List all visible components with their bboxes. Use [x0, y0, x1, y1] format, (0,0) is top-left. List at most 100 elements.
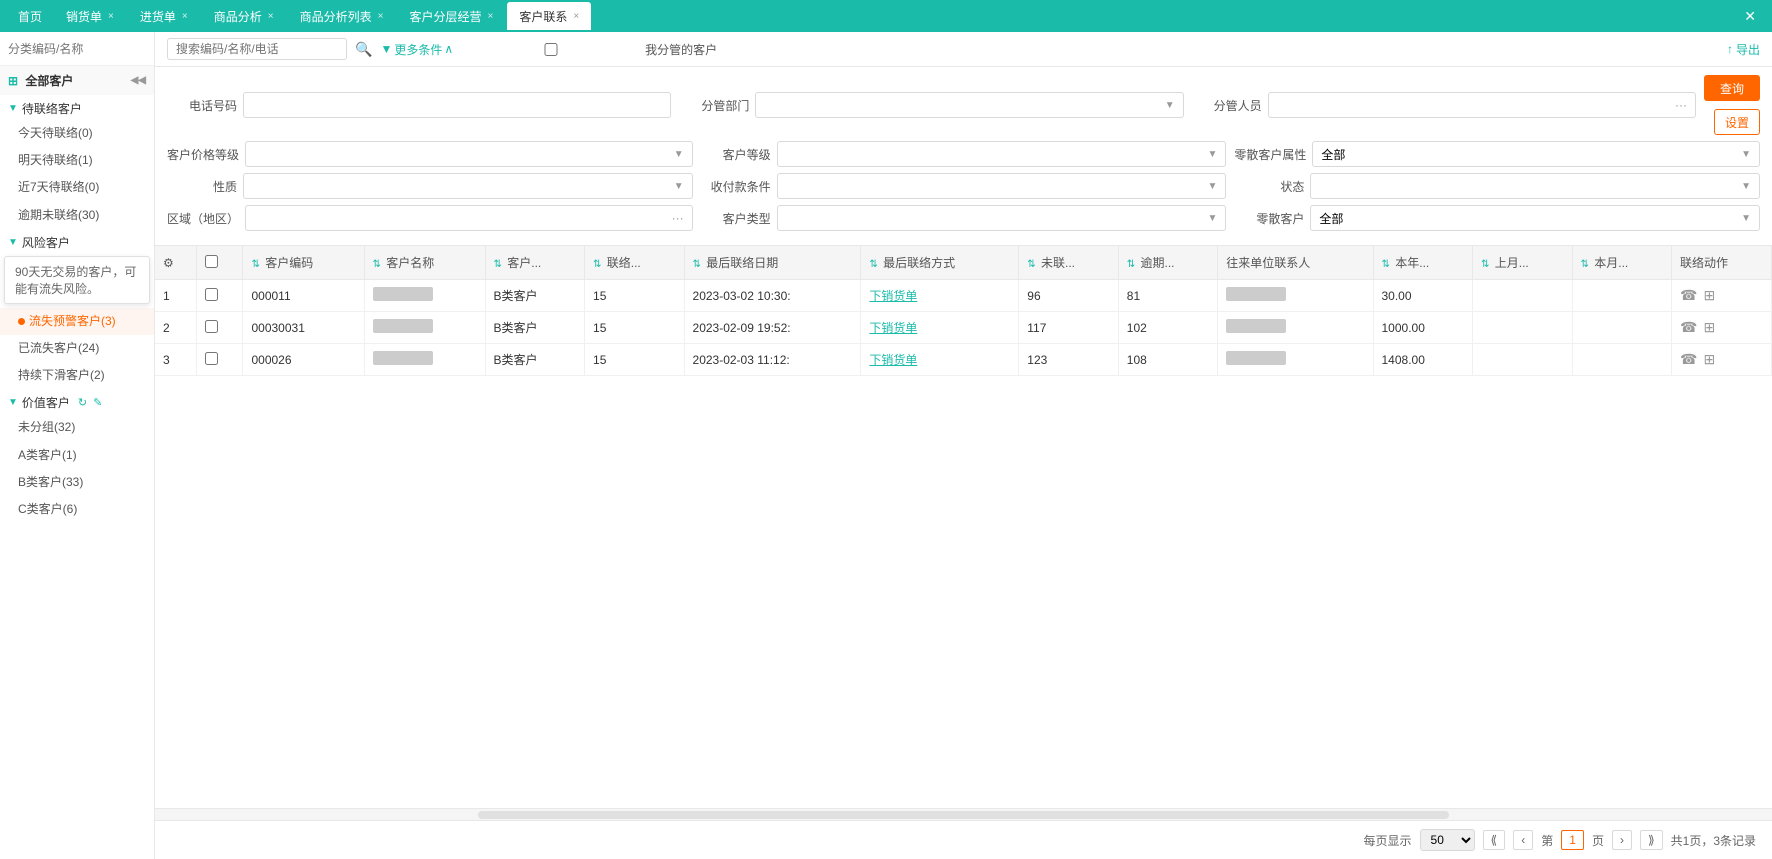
th-name[interactable]: ⇅ 客户名称: [364, 246, 485, 280]
payment-arrow-icon: ▼: [1207, 181, 1217, 192]
last-page-button[interactable]: ⟫: [1640, 830, 1663, 850]
first-page-button[interactable]: ⟪: [1483, 830, 1506, 850]
all-customers-label: ⊞ 全部客户: [8, 72, 73, 89]
more-action-icon[interactable]: ⊞: [1703, 287, 1715, 304]
cell-checkbox[interactable]: [197, 280, 243, 312]
contact-icon[interactable]: ☎: [1680, 319, 1697, 336]
edit-icon[interactable]: ✎: [93, 396, 102, 409]
division-person-dots[interactable]: ···: [1675, 98, 1687, 112]
sidebar-item-today-contact[interactable]: 今天待联络(0): [0, 120, 154, 147]
next-page-button[interactable]: ›: [1612, 830, 1632, 850]
my-customers-checkbox-label[interactable]: 我分管的客户: [461, 41, 717, 58]
tab-sales-order[interactable]: 销货单 ×: [54, 2, 126, 30]
cell-checkbox[interactable]: [197, 344, 243, 376]
close-customer-layer-icon[interactable]: ×: [487, 11, 493, 22]
customer-level-select[interactable]: ▼: [777, 141, 1227, 167]
home-tab[interactable]: 首页: [8, 8, 52, 25]
tab-purchase-order[interactable]: 进货单 ×: [128, 2, 200, 30]
all-customers-header[interactable]: ⊞ 全部客户 ◀◀: [0, 66, 154, 95]
region-label: 区域（地区）: [167, 210, 239, 227]
select-all-checkbox[interactable]: [205, 255, 218, 268]
zero-customer-select[interactable]: 全部 ▼: [1310, 205, 1760, 231]
row-checkbox[interactable]: [205, 352, 218, 365]
division-dept-select[interactable]: ▼: [755, 92, 1183, 118]
cell-last-method[interactable]: 下销货单: [861, 344, 1019, 376]
sidebar-item-class-b[interactable]: B类客户(33): [0, 469, 154, 496]
more-conditions-button[interactable]: ▼ 更多条件 ∧: [380, 41, 453, 58]
sidebar-item-tomorrow-contact[interactable]: 明天待联络(1): [0, 147, 154, 174]
cell-overdue: 108: [1118, 344, 1218, 376]
horizontal-scrollbar[interactable]: [155, 808, 1772, 820]
data-table-wrapper: ⚙ ⇅ 客户编码 ⇅ 客户名称 ⇅ 客户...: [155, 246, 1772, 808]
th-settings[interactable]: ⚙: [155, 246, 197, 280]
cell-checkbox[interactable]: [197, 312, 243, 344]
query-button[interactable]: 查询: [1704, 75, 1760, 101]
filter-cell-division-dept: 分管部门 ▼: [679, 92, 1183, 118]
close-all-icon[interactable]: ✕: [1736, 8, 1764, 25]
gender-select[interactable]: ▼: [243, 173, 693, 199]
cell-action: ☎ ⊞: [1672, 280, 1772, 312]
sidebar-item-declining[interactable]: 持续下滑客户(2): [0, 362, 154, 389]
close-product-analysis-list-icon[interactable]: ×: [378, 11, 384, 22]
customer-type-arrow-icon: ▼: [1207, 213, 1217, 224]
row-checkbox[interactable]: [205, 288, 218, 301]
pending-contact-group[interactable]: ▼ 待联络客户: [0, 95, 154, 120]
filter-cell-zero-customer: 零散客户 全部 ▼: [1234, 205, 1760, 231]
my-customers-checkbox[interactable]: [461, 43, 641, 56]
row-checkbox[interactable]: [205, 320, 218, 333]
sidebar-item-class-c[interactable]: C类客户(6): [0, 496, 154, 523]
blurred-name: [373, 319, 433, 333]
export-button[interactable]: ↑ 导出: [1727, 41, 1760, 58]
sidebar-item-churned[interactable]: 已流失客户(24): [0, 335, 154, 362]
refresh-icon[interactable]: ↻: [78, 396, 87, 409]
search-input[interactable]: [167, 38, 347, 60]
tab-customer-contact[interactable]: 客户联系 ×: [507, 2, 591, 30]
tab-customer-layer[interactable]: 客户分层经营 ×: [397, 2, 505, 30]
search-button-icon[interactable]: 🔍: [355, 41, 372, 58]
per-page-select[interactable]: 50 100: [1420, 829, 1475, 851]
sidebar-search-input[interactable]: [8, 42, 155, 56]
cell-last-method[interactable]: 下销货单: [861, 280, 1019, 312]
filter-cell-zero-attr: 零散客户属性 全部 ▼: [1234, 141, 1760, 167]
payment-select[interactable]: ▼: [777, 173, 1227, 199]
sidebar-item-churn-warning[interactable]: 流失预警客户(3): [0, 308, 154, 335]
customer-type-select[interactable]: ▼: [777, 205, 1227, 231]
division-person-select[interactable]: ···: [1268, 92, 1696, 118]
contact-icon[interactable]: ☎: [1680, 287, 1697, 304]
more-action-icon[interactable]: ⊞: [1703, 351, 1715, 368]
contact-method-link[interactable]: 下销货单: [869, 321, 917, 335]
zero-attr-select[interactable]: 全部 ▼: [1312, 141, 1760, 167]
risk-customer-group[interactable]: ▼ 风险客户: [0, 229, 154, 254]
sort-overdue-icon: ⇅: [1127, 259, 1135, 270]
prev-page-button[interactable]: ‹: [1513, 830, 1533, 850]
cell-last-method[interactable]: 下销货单: [861, 312, 1019, 344]
close-product-analysis-icon[interactable]: ×: [268, 11, 274, 22]
contact-method-link[interactable]: 下销货单: [869, 289, 917, 303]
close-purchase-order-icon[interactable]: ×: [182, 11, 188, 22]
payment-label: 收付款条件: [701, 178, 771, 195]
phone-input[interactable]: [243, 92, 671, 118]
th-code[interactable]: ⇅ 客户编码: [243, 246, 364, 280]
contact-method-link[interactable]: 下销货单: [869, 353, 917, 367]
contact-icon[interactable]: ☎: [1680, 351, 1697, 368]
collapse-sidebar-icon[interactable]: ◀◀: [131, 75, 146, 86]
tab-product-analysis-list[interactable]: 商品分析列表 ×: [288, 2, 396, 30]
settings-button[interactable]: 设置: [1714, 109, 1760, 135]
sidebar-item-class-a[interactable]: A类客户(1): [0, 442, 154, 469]
region-select[interactable]: ···: [245, 205, 693, 231]
value-customer-group[interactable]: ▼ 价值客户 ↻ ✎: [0, 389, 154, 414]
cell-no: 3: [155, 344, 197, 376]
price-level-select[interactable]: ▼: [245, 141, 693, 167]
region-dots[interactable]: ···: [672, 211, 684, 225]
sidebar-item-7day-contact[interactable]: 近7天待联络(0): [0, 174, 154, 201]
tab-product-analysis[interactable]: 商品分析 ×: [202, 2, 286, 30]
sidebar: 🔍 ⊞ 全部客户 ◀◀ ▼ 待联络客户 今天待联络(0) 明天待联络(1) 近7…: [0, 32, 155, 859]
sidebar-item-overdue-contact[interactable]: 逾期未联络(30): [0, 202, 154, 229]
status-select[interactable]: ▼: [1310, 173, 1760, 199]
close-customer-contact-icon[interactable]: ×: [573, 11, 579, 22]
more-action-icon[interactable]: ⊞: [1703, 319, 1715, 336]
cell-type: B类客户: [485, 344, 585, 376]
close-sales-order-icon[interactable]: ×: [108, 11, 114, 22]
th-last-method: ⇅ 最后联络方式: [861, 246, 1019, 280]
sidebar-item-ungrouped[interactable]: 未分组(32): [0, 414, 154, 441]
